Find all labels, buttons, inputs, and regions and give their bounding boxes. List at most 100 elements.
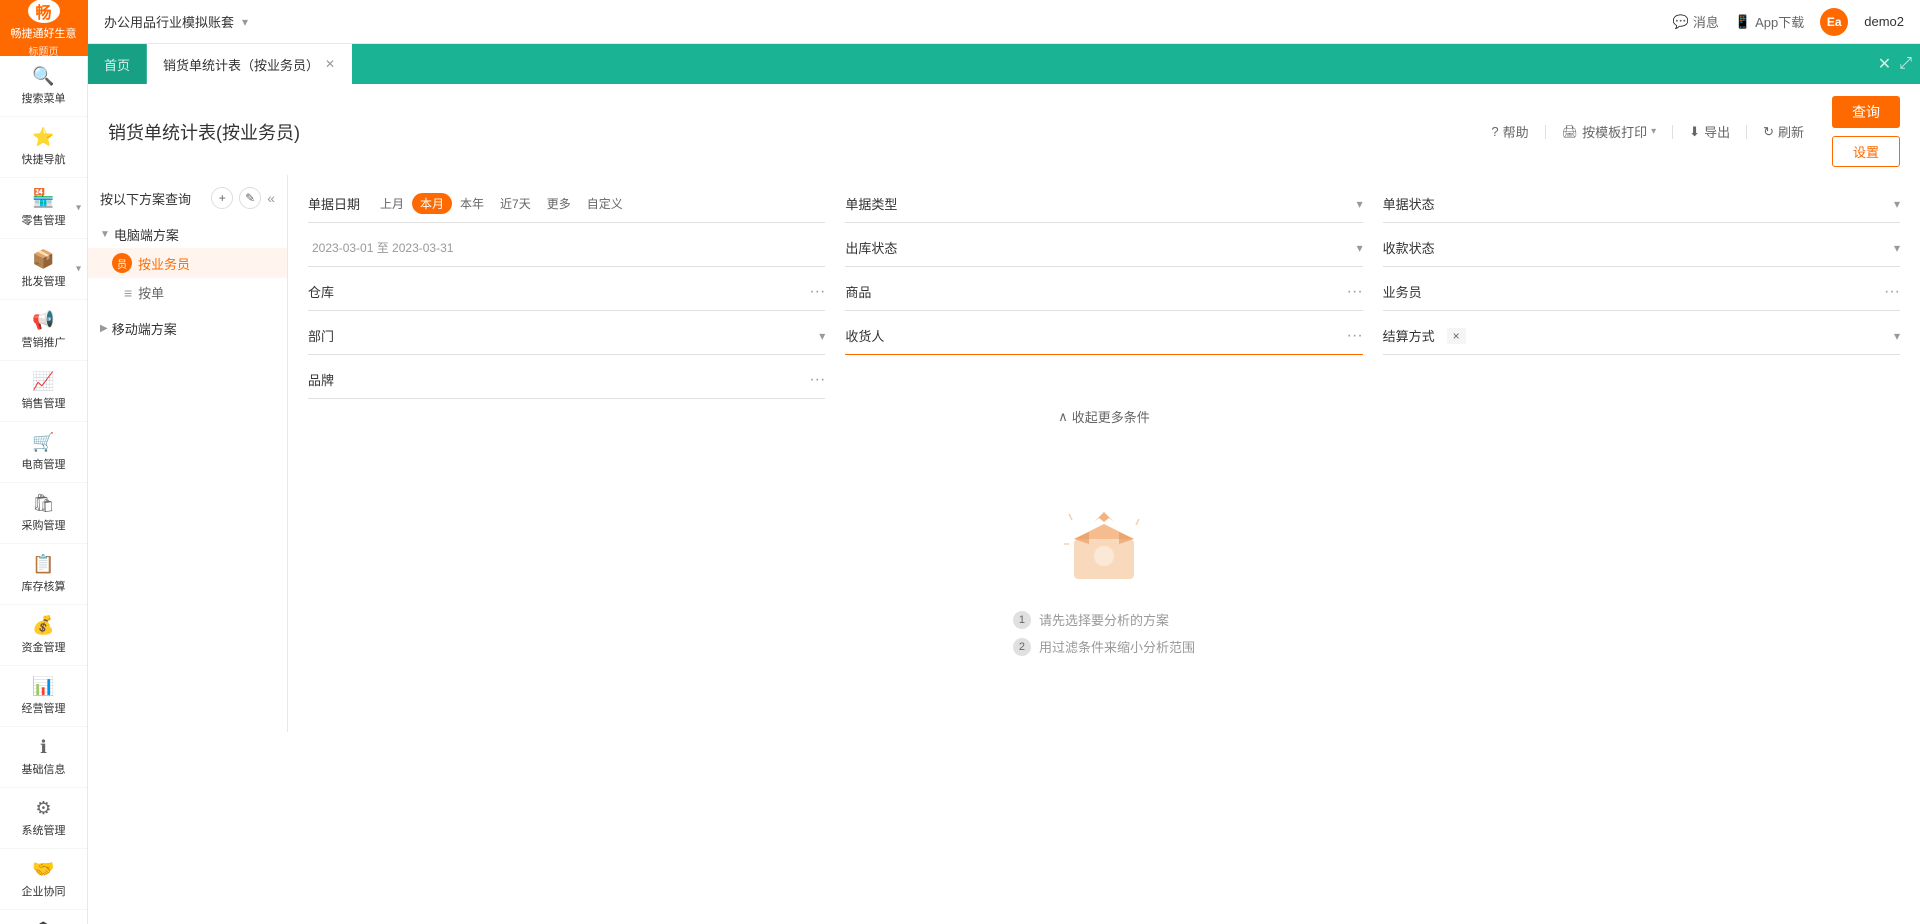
user-name[interactable]: demo2 xyxy=(1864,14,1904,29)
tab-close-icon[interactable]: ✕ xyxy=(325,57,335,71)
sales-icon: 📈 xyxy=(32,371,54,392)
date-range-text: 2023-03-01 至 2023-03-31 xyxy=(312,239,453,256)
doc-status-label: 单据状态 xyxy=(1383,194,1439,213)
collapse-panel-button[interactable]: « xyxy=(267,190,275,206)
page-actions: ? 帮助 🖨 按模板打印 ▾ ⬇ 导出 xyxy=(1491,96,1900,167)
tab-sales-stat-label: 销货单统计表（按业务员） xyxy=(163,55,319,74)
empty-text: 1 请先选择要分析的方案 2 用过滤条件来缩小分析范围 xyxy=(1013,610,1195,656)
top-header: 办公用品行业模拟账套 ▾ 💬 消息 📱 App下载 Ea demo2 xyxy=(88,0,1920,44)
download-icon: 📱 xyxy=(1735,14,1751,30)
filter-salesperson: 业务员 ··· xyxy=(1383,279,1900,311)
sidebar-label-finance: 资金管理 xyxy=(22,639,66,655)
filter-dept: 部门 ▾ xyxy=(308,323,825,355)
receipt-status-dropdown[interactable]: ▾ xyxy=(1894,241,1900,255)
dept-dropdown[interactable]: ▾ xyxy=(819,329,825,343)
purchase-icon: 🛍 xyxy=(32,493,55,514)
tab-sales-stat[interactable]: 销货单统计表（按业务员） ✕ xyxy=(147,44,352,84)
page-header: 销货单统计表(按业务员) ? 帮助 🖨 按模板打印 ▾ ⬇ xyxy=(88,84,1920,175)
inventory-icon: 📋 xyxy=(32,554,54,575)
empty-state: 1 请先选择要分析的方案 2 用过滤条件来缩小分析范围 xyxy=(308,434,1900,716)
sidebar-label-wholesale: 批发管理 xyxy=(22,273,66,289)
brand-dots[interactable]: ··· xyxy=(809,371,825,389)
last-month-btn[interactable]: 上月 xyxy=(372,193,412,214)
doc-status-dropdown[interactable]: ▾ xyxy=(1894,197,1900,211)
collapse-icon: ∧ xyxy=(1058,409,1068,425)
sidebar-item-quick-nav[interactable]: ⭐ 快捷导航 xyxy=(0,117,87,178)
help-button[interactable]: ? 帮助 xyxy=(1491,122,1528,141)
warehouse-dots[interactable]: ··· xyxy=(809,283,825,301)
message-button[interactable]: 💬 消息 xyxy=(1673,12,1719,31)
sidebar-label-retail: 零售管理 xyxy=(22,212,66,228)
content-layout: 按以下方案查询 + ✎ « ▼ 电脑端方案 xyxy=(88,175,1920,732)
plan-group-mobile-header[interactable]: ▶ 移动端方案 xyxy=(88,315,287,342)
header-right: 💬 消息 📱 App下载 Ea demo2 xyxy=(1673,8,1904,36)
sidebar-item-newbie[interactable]: 🎓 新手引导 xyxy=(0,910,87,924)
more-btn[interactable]: 更多 xyxy=(539,193,579,214)
sidebar-item-ops[interactable]: 📊 经营管理 xyxy=(0,666,87,727)
receipt-status-label: 收款状态 xyxy=(1383,238,1439,257)
sidebar-item-retail[interactable]: 🏪 零售管理 ▾ xyxy=(0,178,87,239)
refresh-button[interactable]: ↻ 刷新 xyxy=(1763,122,1804,141)
plan-item-order[interactable]: ≡ 按单 xyxy=(88,278,287,307)
salesperson-plan-label: 按业务员 xyxy=(138,254,190,273)
marketing-icon: 📢 xyxy=(32,310,54,331)
page-title: 销货单统计表(按业务员) xyxy=(108,119,300,145)
plan-group-pc: ▼ 电脑端方案 员 按业务员 ≡ 按单 xyxy=(88,217,287,311)
salesperson-dots[interactable]: ··· xyxy=(1884,283,1900,301)
export-icon: ⬇ xyxy=(1689,124,1700,140)
sidebar-item-enterprise[interactable]: 🤝 企业协同 xyxy=(0,849,87,910)
filter-consignee: 收货人 ··· xyxy=(845,323,1362,355)
tab-home[interactable]: 首页 xyxy=(88,44,147,84)
print-button[interactable]: 🖨 按模板打印 ▾ xyxy=(1562,122,1657,141)
sidebar-item-system[interactable]: ⚙ 系统管理 xyxy=(0,788,87,849)
this-month-btn[interactable]: 本月 xyxy=(412,193,452,214)
doc-type-dropdown[interactable]: ▾ xyxy=(1357,197,1363,211)
sidebar-item-search[interactable]: 🔍 搜索菜单 xyxy=(0,56,87,117)
sidebar-label-base: 基础信息 xyxy=(22,761,66,777)
sidebar-item-wholesale[interactable]: 📦 批发管理 ▾ xyxy=(0,239,87,300)
date-label: 单据日期 xyxy=(308,194,364,213)
goods-label: 商品 xyxy=(845,282,901,301)
sidebar-item-base[interactable]: ℹ 基础信息 xyxy=(0,727,87,788)
out-status-dropdown[interactable]: ▾ xyxy=(1357,241,1363,255)
setting-button[interactable]: 设置 xyxy=(1832,136,1900,167)
sidebar-item-purchase[interactable]: 🛍 采购管理 xyxy=(0,483,87,544)
filter-doc-status: 单据状态 ▾ xyxy=(1383,191,1900,223)
sidebar-item-ecommerce[interactable]: 🛒 电商管理 xyxy=(0,422,87,483)
retail-arrow: ▾ xyxy=(76,203,81,214)
add-plan-button[interactable]: + xyxy=(211,187,233,209)
app-download-button[interactable]: 📱 App下载 xyxy=(1735,12,1804,31)
divider-1 xyxy=(1545,125,1546,139)
sidebar: 畅 畅捷通好生意 标题页 🔍 搜索菜单 ⭐ 快捷导航 🏪 零售管理 ▾ 📦 批发… xyxy=(0,0,88,924)
breadcrumb-dropdown[interactable]: ▾ xyxy=(242,15,248,29)
sidebar-item-sales[interactable]: 📈 销售管理 xyxy=(0,361,87,422)
filter-receipt-status: 收款状态 ▾ xyxy=(1383,235,1900,267)
plan-item-salesperson[interactable]: 员 按业务员 xyxy=(88,248,287,278)
message-label: 消息 xyxy=(1693,12,1719,31)
export-button[interactable]: ⬇ 导出 xyxy=(1689,122,1730,141)
query-button[interactable]: 查询 xyxy=(1832,96,1900,128)
sidebar-item-inventory[interactable]: 📋 库存核算 xyxy=(0,544,87,605)
sidebar-logo[interactable]: 畅 畅捷通好生意 标题页 xyxy=(0,0,88,56)
last7days-btn[interactable]: 近7天 xyxy=(492,193,539,214)
settlement-tag: × xyxy=(1447,328,1466,344)
this-year-btn[interactable]: 本年 xyxy=(452,193,492,214)
collapse-row[interactable]: ∧ 收起更多条件 xyxy=(308,399,1900,434)
edit-plan-button[interactable]: ✎ xyxy=(239,187,261,209)
settlement-tag-close[interactable]: × xyxy=(1453,329,1460,343)
goods-dots[interactable]: ··· xyxy=(1347,283,1363,301)
user-avatar[interactable]: Ea xyxy=(1820,8,1848,36)
consignee-dots[interactable]: ··· xyxy=(1347,327,1363,345)
settlement-dropdown[interactable]: ▾ xyxy=(1894,329,1900,343)
print-icon: 🖨 xyxy=(1562,124,1579,140)
tab-expand-btn[interactable]: ⤢ xyxy=(1899,55,1912,73)
left-panel-actions: + ✎ « xyxy=(211,187,275,209)
print-dropdown-icon[interactable]: ▾ xyxy=(1651,126,1656,137)
plan-group-pc-header[interactable]: ▼ 电脑端方案 xyxy=(88,221,287,248)
sidebar-item-marketing[interactable]: 📢 营销推广 xyxy=(0,300,87,361)
custom-btn[interactable]: 自定义 xyxy=(579,193,631,214)
filter-out-status: 出库状态 ▾ xyxy=(845,235,1362,267)
sidebar-item-finance[interactable]: 💰 资金管理 xyxy=(0,605,87,666)
tab-close-btn[interactable]: ✕ xyxy=(1878,54,1891,74)
sidebar-label-ecommerce: 电商管理 xyxy=(22,456,66,472)
